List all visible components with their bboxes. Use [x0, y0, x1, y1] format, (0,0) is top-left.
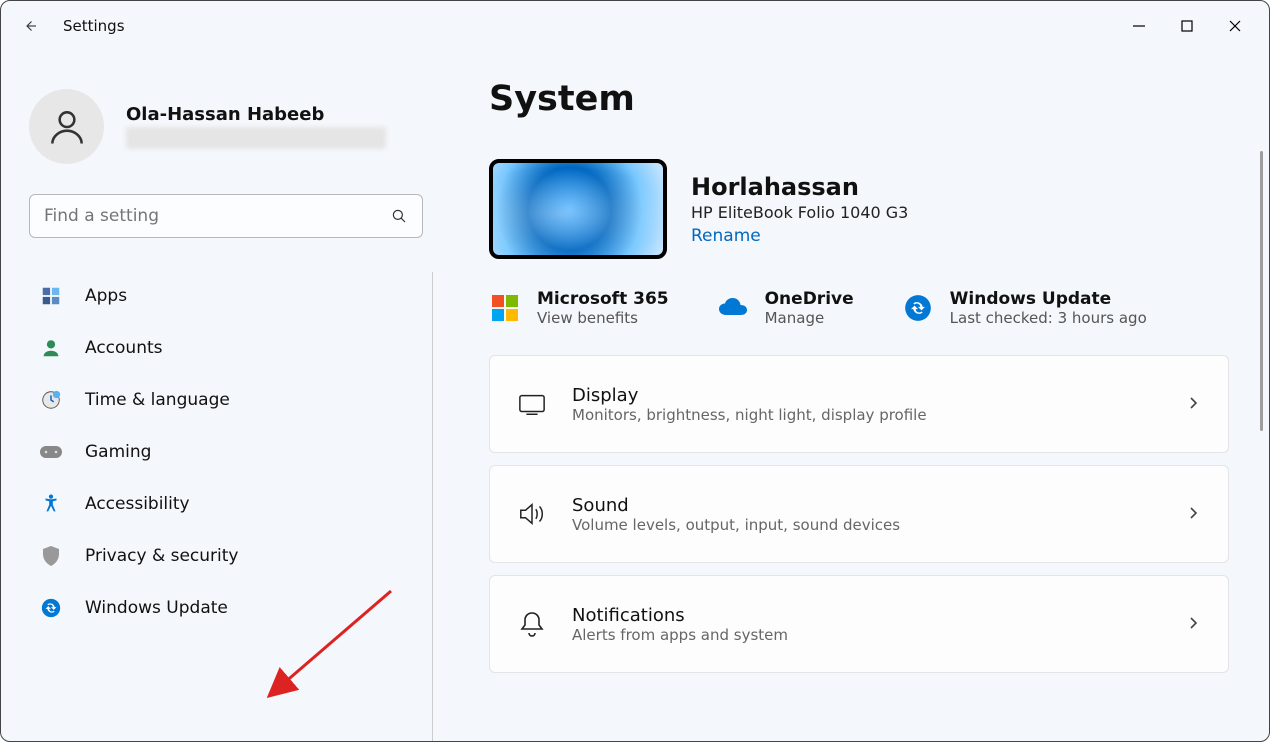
sidebar-item-label: Time & language — [85, 390, 230, 410]
device-summary: Horlahassan HP EliteBook Folio 1040 G3 R… — [489, 159, 1229, 259]
list-sub: Volume levels, output, input, sound devi… — [572, 516, 1160, 534]
list-item-sound[interactable]: Sound Volume levels, output, input, soun… — [489, 465, 1229, 563]
list-sub: Alerts from apps and system — [572, 626, 1160, 644]
titlebar: Settings — [1, 1, 1269, 51]
sidebar-item-label: Windows Update — [85, 598, 228, 618]
person-icon — [45, 105, 89, 149]
list-sub: Monitors, brightness, night light, displ… — [572, 406, 1160, 424]
close-button[interactable] — [1211, 6, 1259, 46]
list-item-notifications[interactable]: Notifications Alerts from apps and syste… — [489, 575, 1229, 673]
sidebar-item-accounts[interactable]: Accounts — [29, 324, 422, 372]
sidebar-item-label: Accessibility — [85, 494, 190, 514]
window-title: Settings — [63, 17, 125, 35]
list-title: Display — [572, 385, 1160, 406]
profile-name: Ola-Hassan Habeeb — [126, 104, 423, 125]
tile-onedrive[interactable]: OneDrive Manage — [717, 289, 854, 327]
tile-sub: View benefits — [537, 309, 669, 327]
minimize-icon — [1132, 19, 1146, 33]
search-box[interactable] — [29, 194, 423, 238]
rename-link[interactable]: Rename — [691, 226, 908, 246]
bell-icon — [518, 610, 546, 638]
device-name: Horlahassan — [691, 173, 908, 201]
search-input[interactable] — [44, 206, 390, 226]
apps-icon — [39, 284, 63, 308]
time-icon — [39, 388, 63, 412]
update-icon — [902, 292, 934, 324]
chevron-right-icon — [1186, 395, 1200, 414]
profile-email-redacted — [126, 127, 386, 149]
chevron-right-icon — [1186, 615, 1200, 634]
page-title: System — [489, 79, 1229, 119]
nav-list: Apps Accounts Time & language — [29, 272, 433, 741]
avatar — [29, 89, 104, 164]
update-icon — [39, 596, 63, 620]
list-title: Sound — [572, 495, 1160, 516]
sidebar-item-time-language[interactable]: Time & language — [29, 376, 422, 424]
sidebar-item-label: Apps — [85, 286, 127, 306]
minimize-button[interactable] — [1115, 6, 1163, 46]
tile-title: Microsoft 365 — [537, 289, 669, 309]
sidebar-item-label: Gaming — [85, 442, 151, 462]
sidebar-item-gaming[interactable]: Gaming — [29, 428, 422, 476]
settings-list: Display Monitors, brightness, night ligh… — [489, 355, 1229, 673]
sidebar-item-privacy-security[interactable]: Privacy & security — [29, 532, 422, 580]
maximize-button[interactable] — [1163, 6, 1211, 46]
service-tiles: Microsoft 365 View benefits OneDrive Man… — [489, 289, 1229, 327]
accounts-icon — [39, 336, 63, 360]
tile-sub: Manage — [765, 309, 854, 327]
device-model: HP EliteBook Folio 1040 G3 — [691, 203, 908, 222]
sidebar-item-apps[interactable]: Apps — [29, 272, 422, 320]
sidebar-item-accessibility[interactable]: Accessibility — [29, 480, 422, 528]
search-icon — [390, 207, 408, 225]
tile-microsoft-365[interactable]: Microsoft 365 View benefits — [489, 289, 669, 327]
list-item-display[interactable]: Display Monitors, brightness, night ligh… — [489, 355, 1229, 453]
close-icon — [1228, 19, 1242, 33]
tile-title: Windows Update — [950, 289, 1147, 309]
sidebar-item-windows-update[interactable]: Windows Update — [29, 584, 422, 632]
scrollbar[interactable] — [1260, 151, 1263, 431]
sidebar: Ola-Hassan Habeeb Apps — [1, 51, 451, 741]
sidebar-item-label: Privacy & security — [85, 546, 239, 566]
sidebar-item-label: Accounts — [85, 338, 163, 358]
chevron-right-icon — [1186, 505, 1200, 524]
maximize-icon — [1180, 19, 1194, 33]
device-wallpaper-thumb[interactable] — [489, 159, 667, 259]
onedrive-icon — [717, 292, 749, 324]
main-content: System Horlahassan HP EliteBook Folio 10… — [451, 51, 1269, 741]
back-button[interactable] — [11, 7, 49, 45]
profile-card[interactable]: Ola-Hassan Habeeb — [29, 89, 423, 164]
list-title: Notifications — [572, 605, 1160, 626]
shield-icon — [39, 544, 63, 568]
accessibility-icon — [39, 492, 63, 516]
tile-sub: Last checked: 3 hours ago — [950, 309, 1147, 327]
gaming-icon — [39, 440, 63, 464]
tile-windows-update[interactable]: Windows Update Last checked: 3 hours ago — [902, 289, 1147, 327]
display-icon — [518, 390, 546, 418]
tile-title: OneDrive — [765, 289, 854, 309]
microsoft-logo-icon — [489, 292, 521, 324]
arrow-left-icon — [21, 17, 39, 35]
sound-icon — [518, 500, 546, 528]
